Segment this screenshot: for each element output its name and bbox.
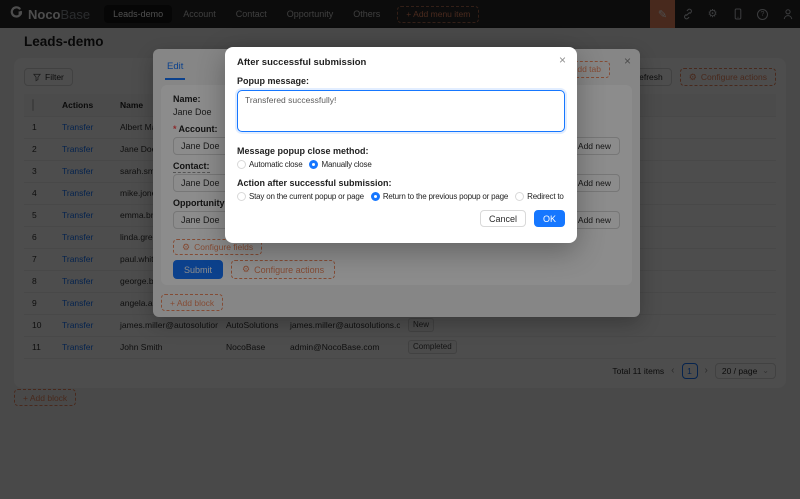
radio-option[interactable]: Stay on the current popup or page bbox=[237, 192, 364, 201]
dialog-close-icon[interactable]: × bbox=[559, 54, 566, 66]
radio-circle-icon bbox=[370, 192, 380, 201]
radio-circle-icon bbox=[237, 160, 246, 169]
radio-option[interactable]: Automatic close bbox=[237, 160, 303, 169]
nocobase-app: NocoBase Leads-demo Account Contact Opportu… bbox=[0, 0, 800, 499]
radio-option[interactable]: Manually close bbox=[309, 160, 372, 169]
radio-circle-icon bbox=[309, 160, 319, 169]
radio-option[interactable]: Return to the previous popup or page bbox=[370, 192, 508, 201]
popup-message-label: Popup message: bbox=[237, 76, 310, 86]
after-submission-dialog: × After successful submission Popup mess… bbox=[225, 47, 577, 243]
popup-message-textarea[interactable]: Transfered successfully! bbox=[237, 90, 565, 132]
radio-circle-icon bbox=[237, 192, 246, 201]
action-after-radio-group: Stay on the current popup or page Return… bbox=[237, 192, 565, 201]
cancel-button[interactable]: Cancel bbox=[479, 210, 526, 227]
close-method-label: Message popup close method: bbox=[237, 146, 369, 156]
action-after-label: Action after successful submission: bbox=[237, 178, 392, 188]
close-method-radio-group: Automatic close Manually close bbox=[237, 160, 565, 169]
dialog-title: After successful submission bbox=[237, 57, 367, 68]
radio-circle-icon bbox=[515, 192, 525, 201]
ok-button[interactable]: OK bbox=[533, 210, 565, 227]
radio-option[interactable]: Redirect to bbox=[515, 192, 564, 201]
